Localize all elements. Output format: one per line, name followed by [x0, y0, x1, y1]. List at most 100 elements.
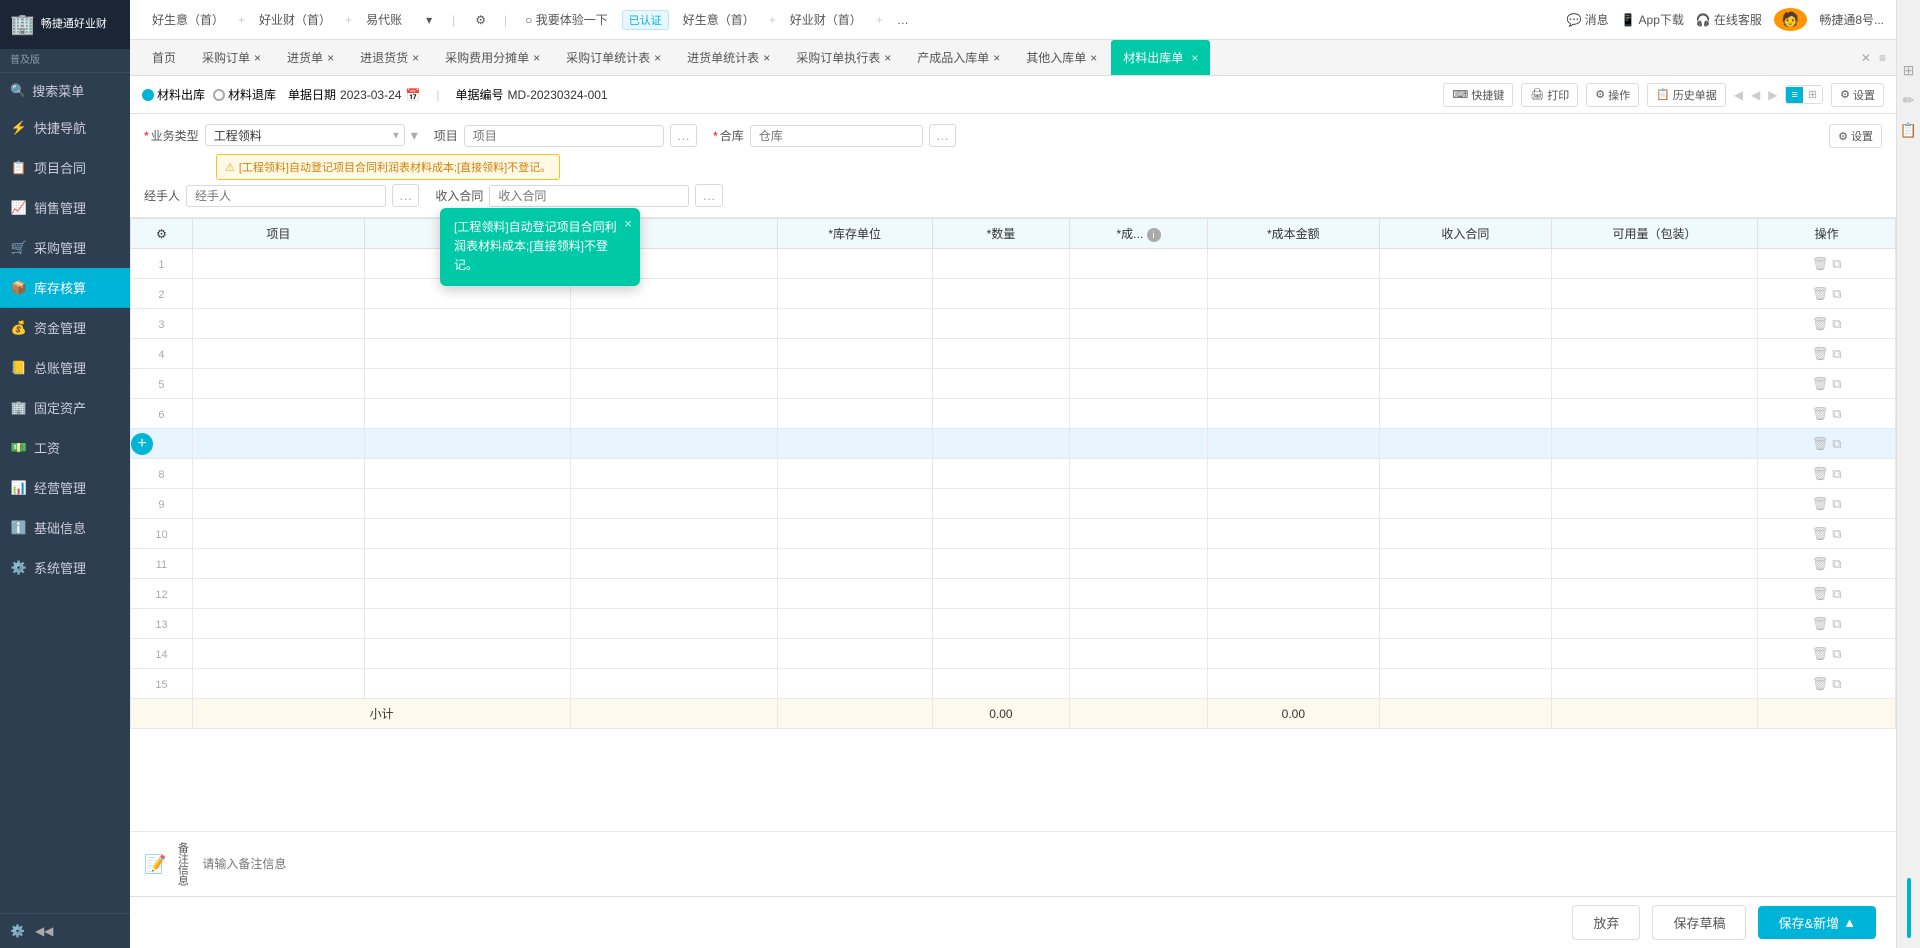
copy-row-btn[interactable]: ⧉	[1832, 556, 1841, 572]
brand-tab-haoshengyi[interactable]: 好生意（首）	[142, 7, 234, 32]
print-btn[interactable]: 🖨 打印	[1521, 83, 1578, 107]
row7-project-input[interactable]	[199, 436, 358, 451]
copy-row-btn[interactable]: ⧉	[1832, 256, 1841, 272]
dropdown-arrow-icon[interactable]: ▲	[1843, 915, 1856, 930]
tooltip-close-btn[interactable]: ×	[624, 214, 632, 235]
nav-prev[interactable]: ◀	[1751, 88, 1760, 102]
nav-tab-home[interactable]: 首页	[140, 40, 188, 76]
message-icon-item[interactable]: 💬 消息	[1567, 11, 1609, 28]
right-panel-icon-1[interactable]: ⊞	[1899, 60, 1919, 80]
nav-tab-purchase-order[interactable]: 采购订单 ×	[190, 40, 273, 76]
history-btn[interactable]: 📋 历史单据	[1647, 83, 1726, 107]
nav-tab-return-goods[interactable]: 进退货货 ×	[348, 40, 431, 76]
calendar-icon[interactable]: 📅	[405, 88, 420, 102]
nav-close-btn[interactable]: ✕	[1861, 51, 1871, 65]
radio-material-return[interactable]: 材料退库	[213, 86, 276, 103]
income-contract-ellipsis-btn[interactable]: …	[695, 184, 722, 207]
nav-tab-purchase-exec[interactable]: 采购订单执行表 ×	[784, 40, 903, 76]
sidebar-item-assets[interactable]: 🏢 固定资产	[0, 388, 130, 428]
brand-tab-hyc2[interactable]: 好业财（首）	[780, 7, 872, 32]
sidebar-item-business[interactable]: 📊 经营管理	[0, 468, 130, 508]
save-draft-btn[interactable]: 保存草稿	[1652, 905, 1746, 940]
service-item[interactable]: 🎧 在线客服	[1696, 11, 1762, 28]
settings-icon[interactable]: ⚙️	[10, 924, 25, 938]
list-view-btn[interactable]: ≡	[1786, 87, 1802, 103]
order-value[interactable]: MD-20230324-001	[508, 88, 608, 102]
grid-view-btn[interactable]: ⊞	[1803, 86, 1822, 103]
copy-row-btn[interactable]: ⧉	[1832, 676, 1841, 692]
delete-row-btn[interactable]: 🗑	[1812, 436, 1829, 452]
form-settings-btn[interactable]: ⚙ 设置	[1829, 124, 1882, 148]
shortcut-btn[interactable]: ⌨ 快捷键	[1443, 83, 1513, 107]
sidebar-item-ledger[interactable]: 📒 总账管理	[0, 348, 130, 388]
nav-next[interactable]: ▶	[1768, 88, 1777, 102]
warehouse-input[interactable]	[750, 125, 923, 147]
delete-row-btn[interactable]: 🗑	[1812, 346, 1829, 362]
delete-row-btn[interactable]: 🗑	[1812, 406, 1829, 422]
app-download-item[interactable]: 📱 App下载	[1621, 11, 1684, 28]
copy-row-btn[interactable]: ⧉	[1832, 466, 1841, 482]
row7-code-input[interactable]	[371, 436, 564, 451]
nav-tab-inbound-stat[interactable]: 进货单统计表 ×	[675, 40, 782, 76]
business-type-dropdown[interactable]: ▾	[411, 127, 418, 144]
warehouse-ellipsis-btn[interactable]: …	[929, 124, 956, 147]
discard-btn[interactable]: 放弃	[1572, 905, 1640, 940]
save-new-btn[interactable]: 保存&新增 ▲	[1758, 906, 1876, 939]
sidebar-item-basic[interactable]: ℹ️ 基础信息	[0, 508, 130, 548]
cost-info-icon[interactable]: i	[1147, 228, 1161, 242]
experience-link[interactable]: ○ 我要体验一下	[515, 7, 618, 32]
sidebar-item-project[interactable]: 📋 项目合同	[0, 148, 130, 188]
brand-tab-dropdown[interactable]: ▾	[416, 9, 442, 31]
sidebar-item-sales[interactable]: 📈 销售管理	[0, 188, 130, 228]
add-row-btn[interactable]: +	[131, 433, 153, 455]
nav-tab-material-outbound[interactable]: 材料出库单 ×	[1111, 40, 1210, 76]
business-type-input[interactable]	[205, 124, 405, 146]
remarks-input[interactable]	[198, 853, 1882, 875]
user-name[interactable]: 畅捷通8号...	[1819, 11, 1884, 28]
sidebar-item-quicknav[interactable]: ⚡ 快捷导航	[0, 108, 130, 148]
handler-input[interactable]	[186, 185, 386, 207]
sidebar-item-purchase[interactable]: 🛒 采购管理	[0, 228, 130, 268]
user-avatar[interactable]: 🧑	[1774, 8, 1807, 31]
delete-row-btn[interactable]: 🗑	[1812, 676, 1829, 692]
copy-row-btn[interactable]: ⧉	[1832, 406, 1841, 422]
project-ellipsis-btn[interactable]: …	[670, 124, 697, 147]
copy-row-btn[interactable]: ⧉	[1832, 286, 1841, 302]
delete-row-btn[interactable]: 🗑	[1812, 376, 1829, 392]
copy-row-btn[interactable]: ⧉	[1832, 646, 1841, 662]
nav-tab-purchase-stat[interactable]: 采购订单统计表 ×	[554, 40, 673, 76]
brand-tab-hs2[interactable]: 好生意（首）	[673, 7, 765, 32]
operation-btn[interactable]: ⚙ 操作	[1586, 83, 1639, 107]
right-panel-icon-3[interactable]: 📋	[1899, 120, 1919, 140]
copy-row-btn[interactable]: ⧉	[1832, 316, 1841, 332]
delete-row-btn[interactable]: 🗑	[1812, 496, 1829, 512]
copy-row-btn[interactable]: ⧉	[1832, 616, 1841, 632]
delete-row-btn[interactable]: 🗑	[1812, 586, 1829, 602]
delete-row-btn[interactable]: 🗑	[1812, 526, 1829, 542]
certified-badge[interactable]: 已认证	[622, 10, 669, 30]
nav-more-btn[interactable]: ≡	[1879, 51, 1886, 65]
project-input[interactable]	[464, 125, 664, 147]
copy-row-btn[interactable]: ⧉	[1832, 586, 1841, 602]
sidebar-item-inventory[interactable]: 📦 库存核算	[0, 268, 130, 308]
delete-row-btn[interactable]: 🗑	[1812, 316, 1829, 332]
income-contract-input[interactable]	[489, 185, 689, 207]
date-value[interactable]: 2023-03-24	[340, 88, 401, 102]
sidebar-item-system[interactable]: ⚙️ 系统管理	[0, 548, 130, 588]
nav-tab-purchase-expense[interactable]: 采购费用分摊单 ×	[433, 40, 552, 76]
brand-tab-yidazhang[interactable]: 易代账	[356, 7, 412, 32]
handler-ellipsis-btn[interactable]: …	[392, 184, 419, 207]
copy-row-btn[interactable]: ⧉	[1832, 376, 1841, 392]
copy-row-btn[interactable]: ⧉	[1832, 346, 1841, 362]
sidebar-search[interactable]: 🔍 搜索菜单	[0, 73, 130, 108]
table-settings-btn[interactable]: ⚙ 设置	[1831, 83, 1884, 107]
nav-tab-finished-goods[interactable]: 产成品入库单 ×	[905, 40, 1012, 76]
copy-row-btn[interactable]: ⧉	[1832, 526, 1841, 542]
delete-row-btn[interactable]: 🗑	[1812, 616, 1829, 632]
sidebar-item-finance[interactable]: 💰 资金管理	[0, 308, 130, 348]
brand-tab-haoyecai[interactable]: 好业财（首）	[249, 7, 341, 32]
nav-tab-other-inbound[interactable]: 其他入库单 ×	[1014, 40, 1109, 76]
delete-row-btn[interactable]: 🗑	[1812, 256, 1829, 272]
delete-row-btn[interactable]: 🗑	[1812, 466, 1829, 482]
delete-row-btn[interactable]: 🗑	[1812, 286, 1829, 302]
